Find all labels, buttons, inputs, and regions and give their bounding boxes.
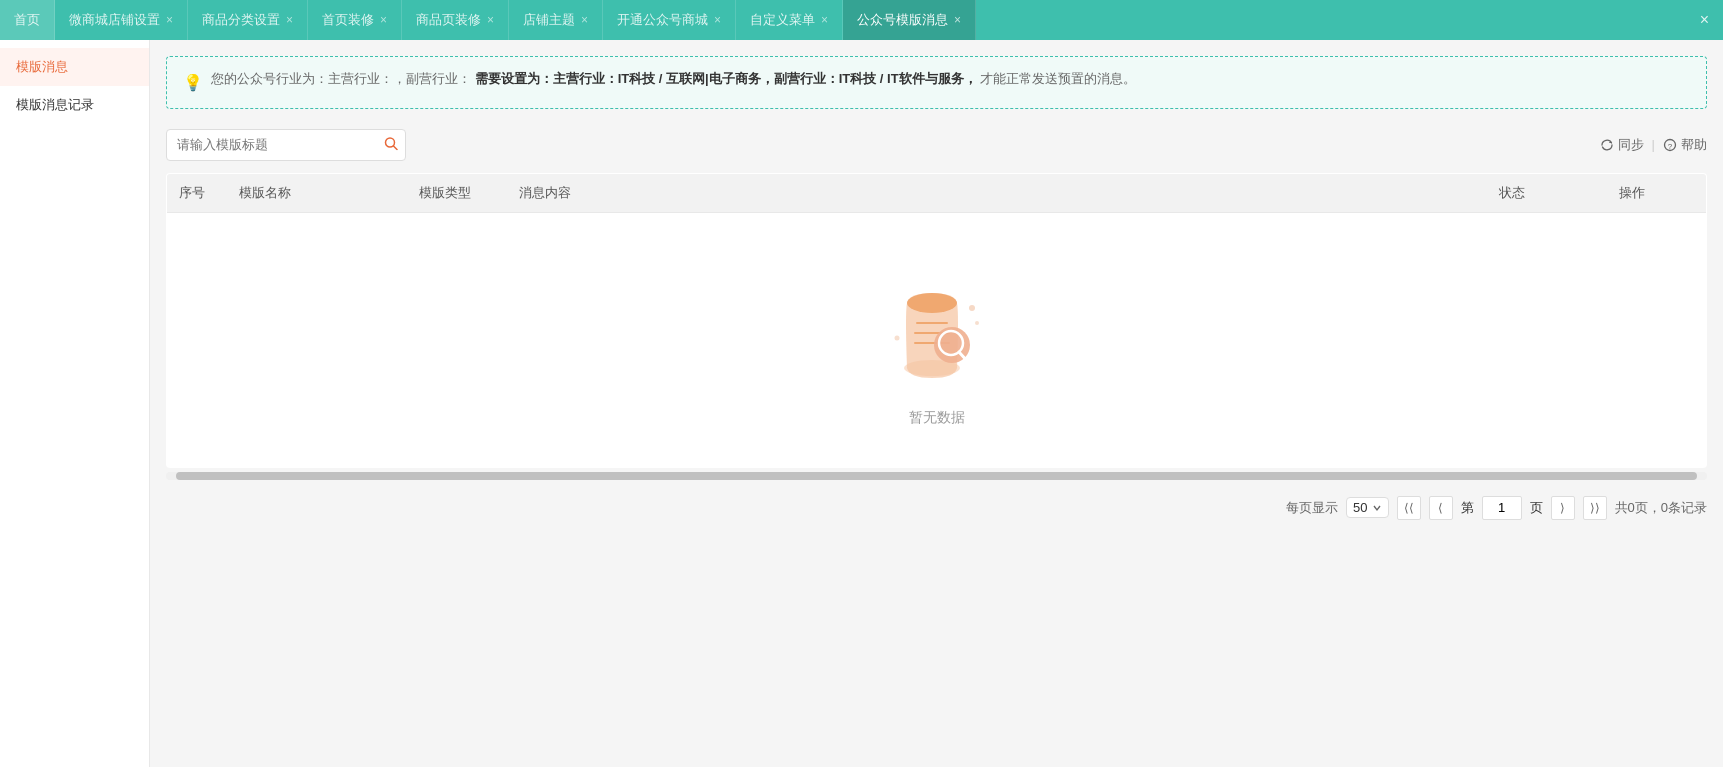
close-store-theme-icon[interactable]: × — [581, 13, 588, 27]
sync-button[interactable]: 同步 — [1600, 136, 1644, 154]
col-header-name: 模版名称 — [227, 173, 407, 212]
info-banner: 💡 您的公众号行业为：主营行业：，副营行业： 需要设置为：主营行业：IT科技 /… — [166, 56, 1707, 109]
table-header-row: 序号 模版名称 模版类型 消息内容 状态 操作 — [167, 173, 1707, 212]
search-bar: 同步 | ? 帮助 — [166, 129, 1707, 161]
col-header-index: 序号 — [167, 173, 227, 212]
svg-line-1 — [394, 146, 398, 150]
sidebar-item-template-message[interactable]: 模版消息 — [0, 48, 149, 86]
sync-label: 同步 — [1618, 136, 1644, 154]
col-header-content: 消息内容 — [507, 173, 1487, 212]
nav-tab-home-deco[interactable]: 首页装修 × — [308, 0, 402, 40]
toolbar-right: 同步 | ? 帮助 — [1600, 136, 1707, 154]
info-suffix: 才能正常发送预置的消息。 — [980, 71, 1136, 86]
nav-tab-category-label: 商品分类设置 — [202, 11, 280, 29]
help-label: 帮助 — [1681, 136, 1707, 154]
close-weishop-icon[interactable]: × — [166, 13, 173, 27]
svg-point-13 — [975, 321, 979, 325]
svg-text:?: ? — [1668, 142, 1673, 151]
nav-tab-template-msg-label: 公众号模版消息 — [857, 11, 948, 29]
empty-text: 暂无数据 — [909, 409, 965, 427]
empty-illustration — [877, 273, 997, 393]
page-last-button[interactable]: ⟩⟩ — [1583, 496, 1607, 520]
page-label: 第 — [1461, 499, 1474, 517]
content-area: 💡 您的公众号行业为：主营行业：，副营行业： 需要设置为：主营行业：IT科技 /… — [150, 40, 1723, 767]
per-page-select[interactable]: 50 — [1346, 497, 1388, 518]
horizontal-scrollbar[interactable] — [166, 472, 1707, 480]
close-custom-menu-icon[interactable]: × — [821, 13, 828, 27]
sidebar-item-template-message-record-label: 模版消息记录 — [16, 97, 94, 112]
toolbar-divider: | — [1652, 137, 1655, 152]
search-button[interactable] — [384, 136, 398, 153]
col-header-actions: 操作 — [1607, 173, 1707, 212]
col-header-status: 状态 — [1487, 173, 1607, 212]
sidebar: 模版消息 模版消息记录 — [0, 40, 150, 767]
nav-tab-open-mall[interactable]: 开通公众号商城 × — [603, 0, 736, 40]
nav-tab-home[interactable]: 首页 — [0, 0, 55, 40]
help-button[interactable]: ? 帮助 — [1663, 136, 1707, 154]
per-page-label: 每页显示 — [1286, 499, 1338, 517]
empty-state: 暂无数据 — [167, 213, 1706, 467]
search-input[interactable] — [166, 129, 406, 161]
nav-tab-weishop[interactable]: 微商城店铺设置 × — [55, 0, 188, 40]
sidebar-item-template-message-record[interactable]: 模版消息记录 — [0, 86, 149, 124]
per-page-value: 50 — [1353, 500, 1367, 515]
scrollbar-thumb — [176, 472, 1697, 480]
svg-point-14 — [894, 335, 899, 340]
nav-tab-custom-menu-label: 自定义菜单 — [750, 11, 815, 29]
bulb-icon: 💡 — [183, 70, 203, 96]
chevron-down-icon — [1372, 503, 1382, 513]
svg-point-12 — [969, 305, 975, 311]
close-home-deco-icon[interactable]: × — [380, 13, 387, 27]
info-banner-text: 您的公众号行业为：主营行业：，副营行业： 需要设置为：主营行业：IT科技 / 互… — [211, 69, 1136, 90]
pagination: 每页显示 50 ⟨⟨ ⟨ 第 页 ⟩ ⟩⟩ 共0页，0条记录 — [166, 484, 1707, 524]
nav-tab-store-theme-label: 店铺主题 — [523, 11, 575, 29]
nav-tab-product-deco-label: 商品页装修 — [416, 11, 481, 29]
col-header-type: 模版类型 — [407, 173, 507, 212]
nav-tab-home-label: 首页 — [14, 11, 40, 29]
main-layout: 模版消息 模版消息记录 💡 您的公众号行业为：主营行业：，副营行业： 需要设置为… — [0, 40, 1723, 767]
search-input-wrapper — [166, 129, 406, 161]
page-prev-button[interactable]: ⟨ — [1429, 496, 1453, 520]
nav-tab-template-msg[interactable]: 公众号模版消息 × — [843, 0, 976, 40]
page-total: 共0页，0条记录 — [1615, 499, 1707, 517]
nav-tab-store-theme[interactable]: 店铺主题 × — [509, 0, 603, 40]
close-category-icon[interactable]: × — [286, 13, 293, 27]
close-template-msg-icon[interactable]: × — [954, 13, 961, 27]
nav-tab-home-deco-label: 首页装修 — [322, 11, 374, 29]
nav-tab-category[interactable]: 商品分类设置 × — [188, 0, 308, 40]
nav-tab-product-deco[interactable]: 商品页装修 × — [402, 0, 509, 40]
close-open-mall-icon[interactable]: × — [714, 13, 721, 27]
page-first-button[interactable]: ⟨⟨ — [1397, 496, 1421, 520]
info-prefix: 您的公众号行业为：主营行业：，副营行业： — [211, 71, 471, 86]
info-highlight: 需要设置为：主营行业：IT科技 / 互联网|电子商务，副营行业：IT科技 / I… — [475, 71, 977, 86]
table-empty-row: 暂无数据 — [167, 212, 1707, 467]
top-nav: 首页 微商城店铺设置 × 商品分类设置 × 首页装修 × 商品页装修 × 店铺主… — [0, 0, 1723, 40]
sidebar-item-template-message-label: 模版消息 — [16, 59, 68, 74]
svg-point-5 — [907, 293, 957, 313]
close-product-deco-icon[interactable]: × — [487, 13, 494, 27]
close-all-tabs-button[interactable]: × — [1686, 11, 1723, 29]
data-table: 序号 模版名称 模版类型 消息内容 状态 操作 — [166, 173, 1707, 468]
page-next-button[interactable]: ⟩ — [1551, 496, 1575, 520]
page-unit: 页 — [1530, 499, 1543, 517]
nav-tab-weishop-label: 微商城店铺设置 — [69, 11, 160, 29]
nav-tab-open-mall-label: 开通公众号商城 — [617, 11, 708, 29]
page-number-input[interactable] — [1482, 496, 1522, 520]
nav-tab-custom-menu[interactable]: 自定义菜单 × — [736, 0, 843, 40]
